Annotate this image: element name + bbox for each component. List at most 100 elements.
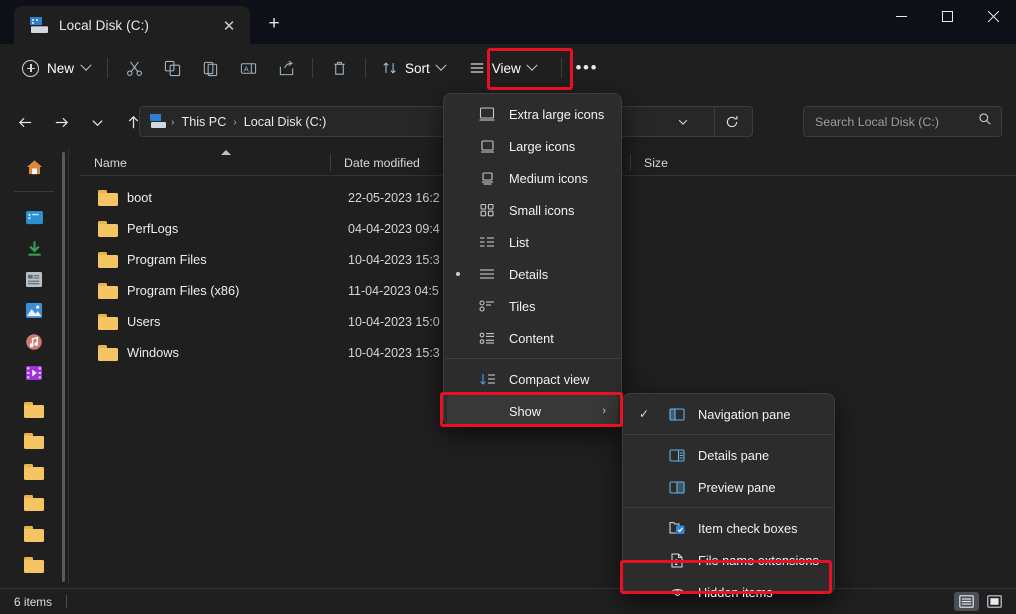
view-label: View: [492, 61, 521, 76]
plus-icon: [22, 60, 39, 77]
submenu-item-navigation-pane[interactable]: ✓ Navigation pane: [626, 398, 831, 430]
sidebar-scrollbar[interactable]: [62, 152, 65, 582]
show-submenu: ✓ Navigation pane Details pane Preview p…: [622, 393, 835, 594]
toolbar-divider-3: [365, 58, 366, 78]
new-button[interactable]: New: [14, 52, 100, 84]
new-label: New: [47, 61, 74, 76]
folder-icon: [24, 557, 44, 573]
refresh-icon[interactable]: [714, 107, 748, 136]
submenu-divider: [624, 434, 833, 435]
delete-icon[interactable]: [320, 52, 358, 84]
see-more-button[interactable]: •••: [569, 52, 605, 84]
cut-icon[interactable]: [115, 52, 153, 84]
rename-icon[interactable]: A: [229, 52, 267, 84]
maximize-icon[interactable]: [924, 0, 970, 32]
view-button[interactable]: View: [460, 52, 545, 84]
sidebar-item-folder-4[interactable]: [0, 487, 68, 518]
sidebar-item-folder-6[interactable]: [0, 549, 68, 580]
search-box[interactable]: Search Local Disk (C:): [803, 106, 1002, 137]
file-date-modified: 10-04-2023 15:0: [348, 315, 440, 329]
menu-item-list[interactable]: List: [447, 226, 618, 258]
navigation-pane: [0, 144, 68, 588]
submenu-item-item-check-boxes[interactable]: Item check boxes: [626, 512, 831, 544]
share-icon[interactable]: [267, 52, 305, 84]
sidebar-item-documents[interactable]: [0, 264, 68, 295]
sort-button[interactable]: Sort: [373, 52, 454, 84]
breadcrumb-separator: ›: [231, 116, 239, 128]
menu-item-details[interactable]: Details: [447, 258, 618, 290]
item-count: 6 items: [14, 595, 52, 609]
large-icons-view-toggle[interactable]: [982, 592, 1007, 611]
sidebar-item-folder-3[interactable]: [0, 456, 68, 487]
menu-item-large-icons[interactable]: Large icons: [447, 130, 618, 162]
sort-ascending-indicator: [221, 150, 231, 155]
sidebar-item-folder-2[interactable]: [0, 425, 68, 456]
documents-icon: [25, 271, 43, 288]
extra-large-icons-icon: [478, 107, 496, 121]
menu-item-label: Show: [509, 404, 541, 419]
forward-arrow-icon[interactable]: [46, 107, 76, 137]
hidden-items-icon: [668, 586, 686, 598]
details-view-toggle[interactable]: [954, 592, 979, 611]
sidebar-item-home[interactable]: [0, 152, 68, 183]
preview-pane-icon: [668, 481, 686, 494]
menu-item-compact-view[interactable]: Compact view: [447, 363, 618, 395]
recent-locations-icon[interactable]: [82, 107, 112, 137]
tab-local-disk-c[interactable]: Local Disk (C:) ✕: [14, 6, 250, 44]
menu-item-show[interactable]: Show ›: [447, 395, 618, 427]
chevron-down-icon: [526, 60, 537, 71]
file-name: PerfLogs: [127, 221, 178, 236]
menu-item-small-icons[interactable]: Small icons: [447, 194, 618, 226]
menu-item-tiles[interactable]: Tiles: [447, 290, 618, 322]
submenu-item-preview-pane[interactable]: Preview pane: [626, 471, 831, 503]
sidebar-item-folder-5[interactable]: [0, 518, 68, 549]
folder-icon: [98, 190, 118, 206]
submenu-item-hidden-items[interactable]: Hidden items: [626, 576, 831, 608]
back-arrow-icon[interactable]: [10, 107, 40, 137]
menu-item-label: Extra large icons: [509, 107, 604, 122]
column-header-name[interactable]: Name: [80, 150, 330, 176]
new-tab-button[interactable]: +: [262, 12, 286, 36]
local-disk-icon: [150, 114, 167, 129]
submenu-item-file-name-extensions[interactable]: File name extensions: [626, 544, 831, 576]
sidebar-item-desktop[interactable]: [0, 202, 68, 233]
sidebar-item-downloads[interactable]: [0, 233, 68, 264]
breadcrumb-local-disk[interactable]: Local Disk (C:): [239, 115, 332, 129]
navigation-pane-icon: [668, 408, 686, 421]
file-name: Windows: [127, 345, 179, 360]
menu-divider: [445, 358, 620, 359]
copy-icon[interactable]: [153, 52, 191, 84]
sidebar-item-folder-1[interactable]: [0, 394, 68, 425]
folder-icon: [98, 221, 118, 237]
home-icon: [25, 158, 44, 177]
breadcrumb-this-pc[interactable]: This PC: [177, 115, 232, 129]
submenu-item-details-pane[interactable]: Details pane: [626, 439, 831, 471]
menu-item-label: Medium icons: [509, 171, 588, 186]
close-icon[interactable]: [970, 0, 1016, 32]
toolbar-divider-2: [312, 58, 313, 78]
compact-view-icon: [478, 373, 496, 386]
desktop-icon: [25, 210, 44, 226]
folder-icon: [24, 526, 44, 542]
menu-item-extra-large-icons[interactable]: Extra large icons: [447, 98, 618, 130]
sidebar-item-pictures[interactable]: [0, 295, 68, 326]
menu-item-medium-icons[interactable]: Medium icons: [447, 162, 618, 194]
pane-divider[interactable]: [68, 148, 69, 584]
column-header-size[interactable]: Size: [630, 150, 750, 176]
minimize-icon[interactable]: [878, 0, 924, 32]
close-tab-icon[interactable]: ✕: [218, 15, 240, 37]
toolbar-divider-4: [561, 58, 562, 78]
large-icons-icon: [478, 140, 496, 153]
search-input[interactable]: Search Local Disk (C:): [815, 115, 939, 129]
view-dropdown-menu: Extra large icons Large icons Medium ico…: [443, 93, 622, 426]
submenu-item-label: Hidden items: [698, 585, 773, 600]
address-dropdown-icon[interactable]: [670, 107, 696, 136]
menu-item-content[interactable]: Content: [447, 322, 618, 354]
sidebar-item-music[interactable]: [0, 326, 68, 357]
sidebar-item-videos[interactable]: [0, 357, 68, 388]
file-date-modified: 04-04-2023 09:4: [348, 222, 440, 236]
folder-icon: [98, 283, 118, 299]
submenu-item-label: Details pane: [698, 448, 769, 463]
paste-icon[interactable]: [191, 52, 229, 84]
folder-icon: [24, 433, 44, 449]
